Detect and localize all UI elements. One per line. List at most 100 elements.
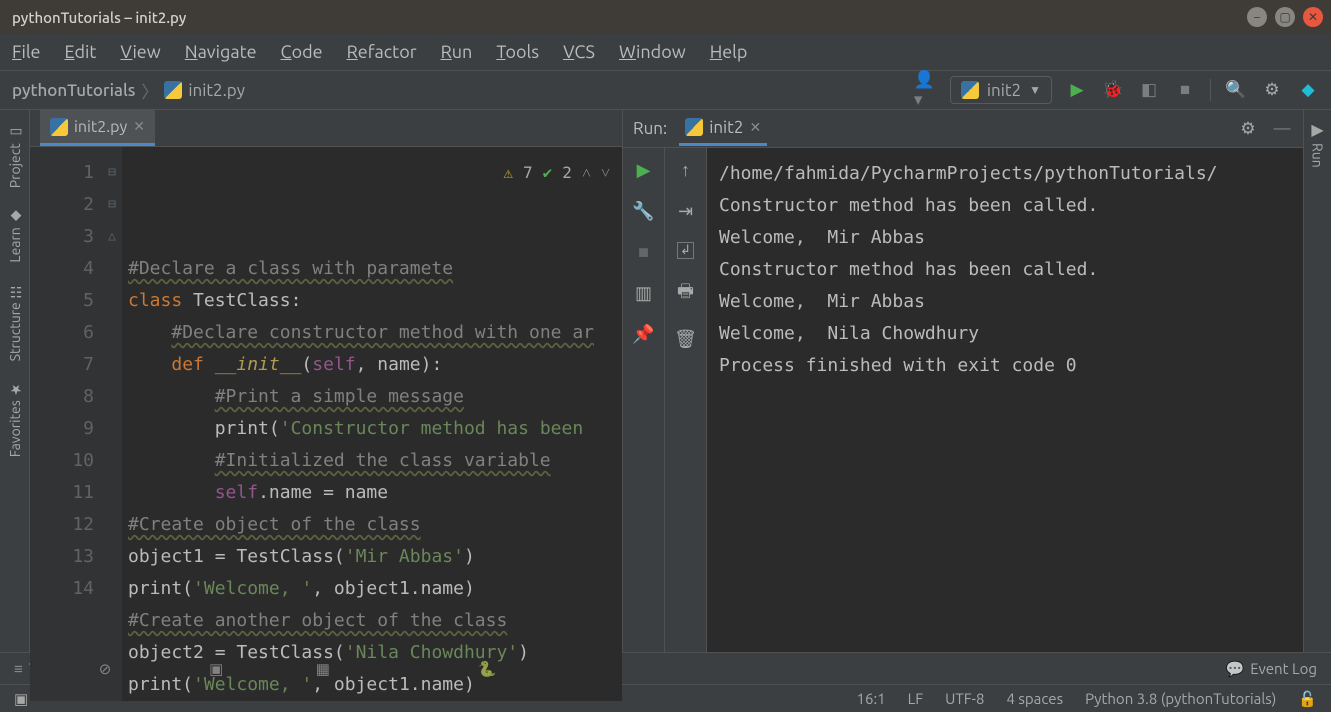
window-title: pythonTutorials – init2.py [12, 9, 1247, 26]
menu-navigate[interactable]: Navigate [185, 42, 257, 62]
run-toolbar-primary: ▶ 🔧 ■ ▥ 📌 [623, 148, 665, 652]
left-tool-learn[interactable]: Learn ◆ [7, 208, 23, 263]
run-tab[interactable]: init2 ✕ [679, 112, 767, 146]
menu-edit[interactable]: Edit [65, 42, 97, 62]
run-label: Run: [633, 119, 667, 138]
console-line: Process finished with exit code 0 [719, 350, 1291, 382]
python-file-icon [685, 118, 703, 136]
code-line[interactable]: def __init__(self, name): [128, 349, 616, 381]
menu-code[interactable]: Code [281, 42, 323, 62]
debug-button[interactable]: 🐞 [1102, 79, 1124, 101]
code-line[interactable]: #Declare constructor method with one ar [128, 317, 616, 349]
breadcrumb-root[interactable]: pythonTutorials [12, 81, 135, 100]
window-titlebar: pythonTutorials – init2.py – ▢ ✕ [0, 0, 1331, 34]
menu-file[interactable]: File [12, 42, 41, 62]
up-icon[interactable]: ↑ [681, 160, 690, 181]
console-line: /home/fahmida/PycharmProjects/pythonTuto… [719, 158, 1291, 190]
console-line: Welcome, Mir Abbas [719, 222, 1291, 254]
hide-panel-icon[interactable]: — [1271, 118, 1293, 140]
code-line[interactable]: #Initialized the class variable [128, 445, 616, 477]
settings-icon[interactable]: ⚙ [1261, 79, 1283, 101]
console-line: Welcome, Nila Chowdhury [719, 318, 1291, 350]
menu-refactor[interactable]: Refactor [347, 42, 417, 62]
python-file-icon [50, 118, 68, 136]
breadcrumb[interactable]: pythonTutorials 〉 init2.py [12, 78, 914, 103]
lock-icon[interactable]: 🔓 [1298, 690, 1317, 708]
space-icon[interactable]: ◆ [1297, 79, 1319, 101]
left-tool-project[interactable]: Project ▭ [7, 124, 23, 188]
menu-run[interactable]: Run [441, 42, 473, 62]
event-log[interactable]: 💬Event Log [1226, 660, 1317, 678]
left-tool-structure[interactable]: Structure ☷ [7, 283, 23, 361]
stop-icon[interactable]: ■ [638, 242, 649, 263]
code-line[interactable]: print('Constructor method has been [128, 413, 616, 445]
stop-button[interactable]: ■ [1174, 79, 1196, 101]
python-file-icon [961, 81, 979, 99]
run-button[interactable]: ▶ [1066, 79, 1088, 101]
code-line[interactable]: #Create object of the class [128, 509, 616, 541]
layout-icon[interactable]: ▥ [635, 283, 652, 304]
collapse-icon[interactable]: ▶ [1311, 120, 1323, 139]
menu-help[interactable]: Help [710, 42, 748, 62]
search-icon[interactable]: 🔍 [1225, 79, 1247, 101]
menu-view[interactable]: View [120, 42, 160, 62]
trash-icon[interactable]: 🗑 [674, 329, 697, 350]
maximize-button[interactable]: ▢ [1275, 7, 1295, 27]
menu-bar: File Edit View Navigate Code Refactor Run Tools… [0, 34, 1331, 70]
menu-vcs[interactable]: VCS [563, 42, 595, 62]
code-line[interactable]: print('Welcome, ', object1.name) [128, 669, 616, 701]
code-line[interactable]: object1 = TestClass('Mir Abbas') [128, 541, 616, 573]
user-icon[interactable]: 👤▾ [914, 79, 936, 101]
warning-count: 7 [523, 157, 533, 189]
wrap-icon[interactable]: ↲ [677, 242, 694, 259]
next-highlight-icon[interactable]: ˅ [601, 157, 610, 189]
python-file-icon [164, 81, 182, 99]
pin-icon[interactable]: 📌 [632, 324, 654, 345]
run-config-selector[interactable]: init2 ▼ [950, 76, 1052, 104]
chevron-right-icon: 〉 [141, 78, 158, 103]
line-number-gutter: 1234567891011121314 [30, 147, 102, 701]
console-output[interactable]: /home/fahmida/PycharmProjects/pythonTuto… [707, 148, 1303, 652]
code-line[interactable]: #Create another object of the class [128, 605, 616, 637]
left-tool-strip: Project ▭ Learn ◆ Structure ☷ Favorites ★ [0, 110, 30, 652]
menu-window[interactable]: Window [619, 42, 686, 62]
indent-setting[interactable]: 4 spaces [1006, 690, 1063, 707]
run-settings-icon[interactable]: ⚙ [1237, 118, 1259, 140]
close-tab-icon[interactable]: ✕ [133, 118, 145, 135]
editor-pane: init2.py ✕ 1234567891011121314 ⊟⊟△ ⚠7 ✔2… [30, 110, 623, 652]
run-tool-label[interactable]: Run [1310, 143, 1326, 168]
run-config-name: init2 [987, 81, 1021, 100]
down-icon[interactable]: ⇥ [678, 201, 693, 222]
close-button[interactable]: ✕ [1303, 7, 1323, 27]
file-encoding[interactable]: UTF-8 [945, 690, 984, 707]
code-content[interactable]: ⚠7 ✔2 ˄ ˅ #Declare a class with paramete… [122, 147, 622, 701]
fold-gutter[interactable]: ⊟⊟△ [102, 147, 122, 701]
code-editor[interactable]: 1234567891011121314 ⊟⊟△ ⚠7 ✔2 ˄ ˅ #Decla… [30, 147, 622, 701]
interpreter[interactable]: Python 3.8 (pythonTutorials) [1085, 690, 1276, 707]
code-line[interactable]: self.name = name [128, 477, 616, 509]
code-line[interactable]: object2 = TestClass('Nila Chowdhury') [128, 637, 616, 669]
print-icon[interactable]: 🖶 [677, 279, 694, 309]
minimize-button[interactable]: – [1247, 7, 1267, 27]
code-line[interactable]: #Declare a class with paramete [128, 253, 616, 285]
window-controls: – ▢ ✕ [1247, 7, 1323, 27]
breadcrumb-file[interactable]: init2.py [188, 81, 245, 100]
prev-highlight-icon[interactable]: ˄ [582, 157, 591, 189]
wrench-icon[interactable]: 🔧 [632, 201, 654, 222]
coverage-button[interactable]: ◧ [1138, 79, 1160, 101]
inspection-summary[interactable]: ⚠7 ✔2 ˄ ˅ [503, 157, 610, 189]
code-line[interactable]: #Print a simple message [128, 381, 616, 413]
caret-position[interactable]: 16:1 [857, 690, 886, 707]
tool-windows-icon[interactable]: ▣ [14, 690, 28, 708]
chevron-down-icon: ▼ [1029, 83, 1041, 97]
code-line[interactable]: class TestClass: [128, 285, 616, 317]
left-tool-favorites[interactable]: Favorites ★ [7, 381, 23, 457]
menu-tools[interactable]: Tools [496, 42, 539, 62]
run-header: Run: init2 ✕ ⚙ — [623, 110, 1303, 148]
rerun-icon[interactable]: ▶ [637, 160, 651, 181]
editor-tab[interactable]: init2.py ✕ [40, 110, 155, 146]
separator [1210, 79, 1211, 101]
code-line[interactable]: print('Welcome, ', object1.name) [128, 573, 616, 605]
line-separator[interactable]: LF [908, 690, 924, 707]
close-tab-icon[interactable]: ✕ [749, 119, 761, 136]
